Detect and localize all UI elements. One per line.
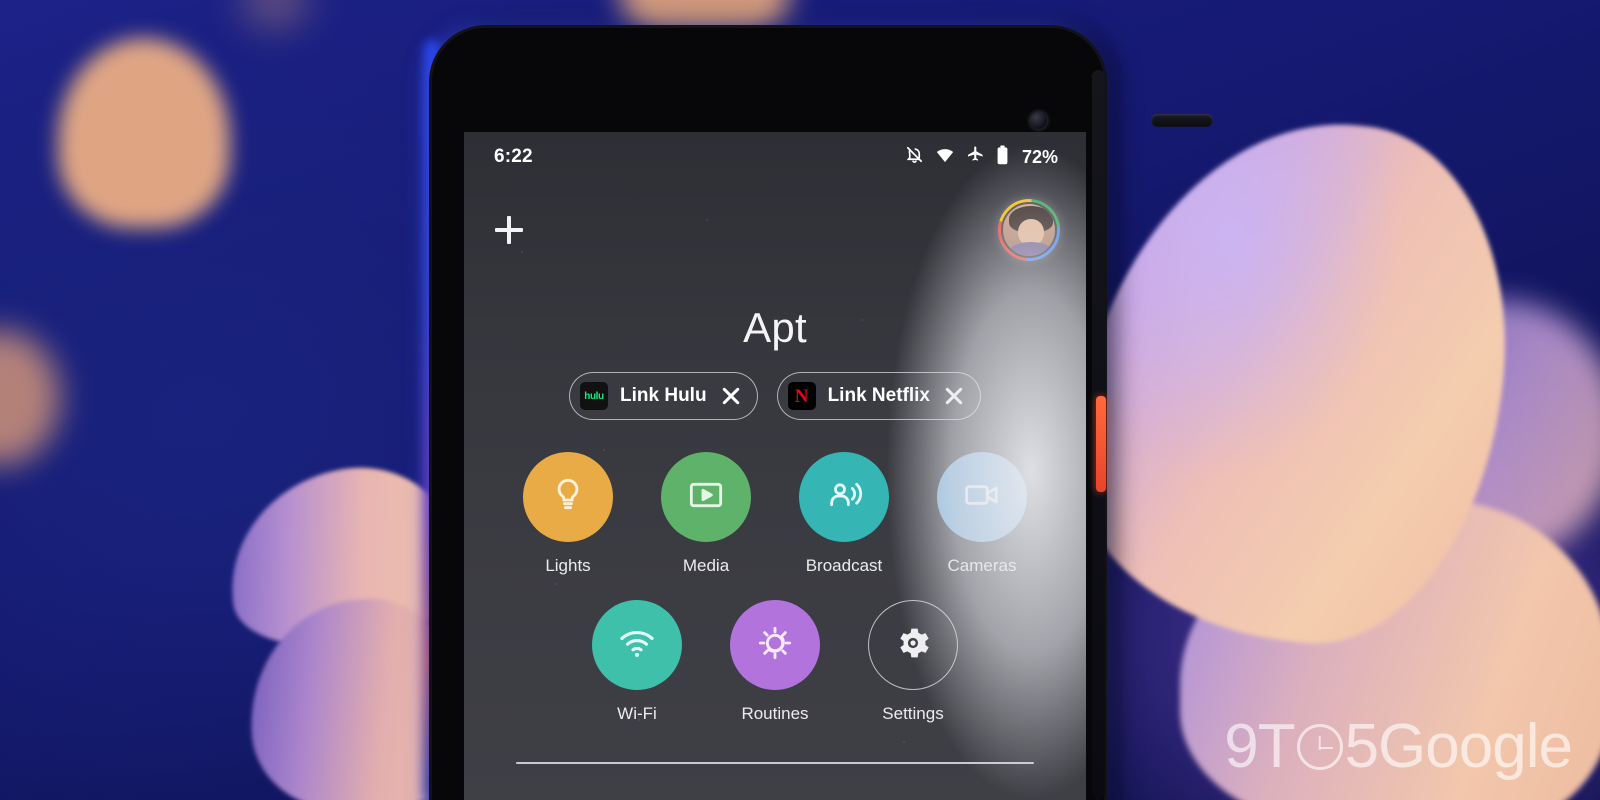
tile-lights[interactable]: Lights [519, 452, 617, 576]
tile-cameras-circle [937, 452, 1027, 542]
battery-icon [996, 144, 1009, 170]
phone-screen: 6:22 72% Apt hulu Link Hulu N Link Netfl… [464, 132, 1086, 800]
page-title: Apt [743, 304, 807, 351]
battery-percent-label: 72% [1021, 146, 1058, 167]
chip-link-hulu[interactable]: hulu Link Hulu [569, 372, 758, 420]
avatar-image [1001, 202, 1057, 258]
quick-action-grid: Lights Media Broadcast Cameras Wi-Fi Rou… [464, 452, 1086, 724]
tile-cameras[interactable]: Cameras [933, 452, 1031, 576]
video-camera-icon [962, 475, 1002, 520]
tile-broadcast-circle [799, 452, 889, 542]
app-top-bar [464, 194, 1086, 266]
hulu-logo: hulu [580, 382, 609, 410]
status-icon-group: 72% [905, 144, 1058, 170]
add-device-button[interactable] [486, 207, 532, 253]
quick-action-row-2: Wi-Fi Routines Settings [464, 600, 1086, 724]
airplane-mode-icon [966, 145, 985, 169]
lightbulb-icon [548, 475, 588, 520]
tile-media-label: Media [682, 556, 730, 575]
navigation-gesture-bar[interactable] [516, 761, 1034, 764]
watermark-text-left: 9T [1224, 712, 1295, 781]
wifi-icon [935, 145, 955, 170]
tile-routines-circle [730, 600, 820, 690]
tile-wifi-label: Wi-Fi [617, 704, 657, 723]
watermark-9to5google: 9T 5Google [1224, 711, 1573, 782]
tile-broadcast-label: Broadcast [805, 556, 883, 575]
bokeh-light-1 [58, 38, 230, 228]
wifi-icon [616, 622, 658, 669]
tile-lights-circle [523, 452, 613, 542]
screenshot-stage: 6:22 72% Apt hulu Link Hulu N Link Netfl… [0, 0, 1600, 800]
clock-icon [1296, 723, 1343, 770]
avatar-body [1009, 242, 1053, 256]
tile-wifi-circle [592, 600, 682, 690]
tile-cameras-label: Cameras [947, 556, 1017, 575]
close-icon[interactable] [944, 386, 964, 406]
chip-link-netflix[interactable]: N Link Netflix [776, 372, 981, 420]
broadcast-icon [824, 475, 864, 520]
quick-action-row-1: Lights Media Broadcast Cameras [464, 452, 1086, 576]
status-clock: 6:22 [494, 146, 533, 167]
tile-media-circle [661, 452, 751, 542]
tile-settings-circle [868, 600, 958, 690]
play-box-icon [686, 475, 726, 520]
link-service-chips: hulu Link Hulu N Link Netflix [464, 372, 1086, 420]
tile-wifi[interactable]: Wi-Fi [588, 600, 686, 724]
notifications-off-icon [905, 145, 924, 169]
tile-broadcast[interactable]: Broadcast [795, 452, 893, 576]
tile-routines-label: Routines [741, 704, 809, 723]
tile-media[interactable]: Media [657, 452, 755, 576]
status-bar: 6:22 72% [464, 140, 1086, 174]
chip-link-hulu-label: Link Hulu [620, 385, 707, 406]
tile-routines[interactable]: Routines [726, 600, 824, 724]
netflix-logo: N [787, 382, 816, 410]
watermark-text-right: 5Google [1344, 712, 1573, 781]
earpiece-speaker [1151, 114, 1213, 127]
gear-icon [893, 623, 933, 668]
tile-settings[interactable]: Settings [864, 600, 962, 724]
account-avatar[interactable] [998, 199, 1060, 261]
tile-lights-label: Lights [545, 556, 591, 575]
chip-link-netflix-label: Link Netflix [827, 385, 930, 406]
close-icon[interactable] [721, 386, 741, 406]
sun-moon-icon [755, 623, 795, 668]
power-button[interactable] [1096, 396, 1106, 492]
front-camera-icon [1030, 112, 1047, 129]
tile-settings-label: Settings [882, 704, 944, 723]
